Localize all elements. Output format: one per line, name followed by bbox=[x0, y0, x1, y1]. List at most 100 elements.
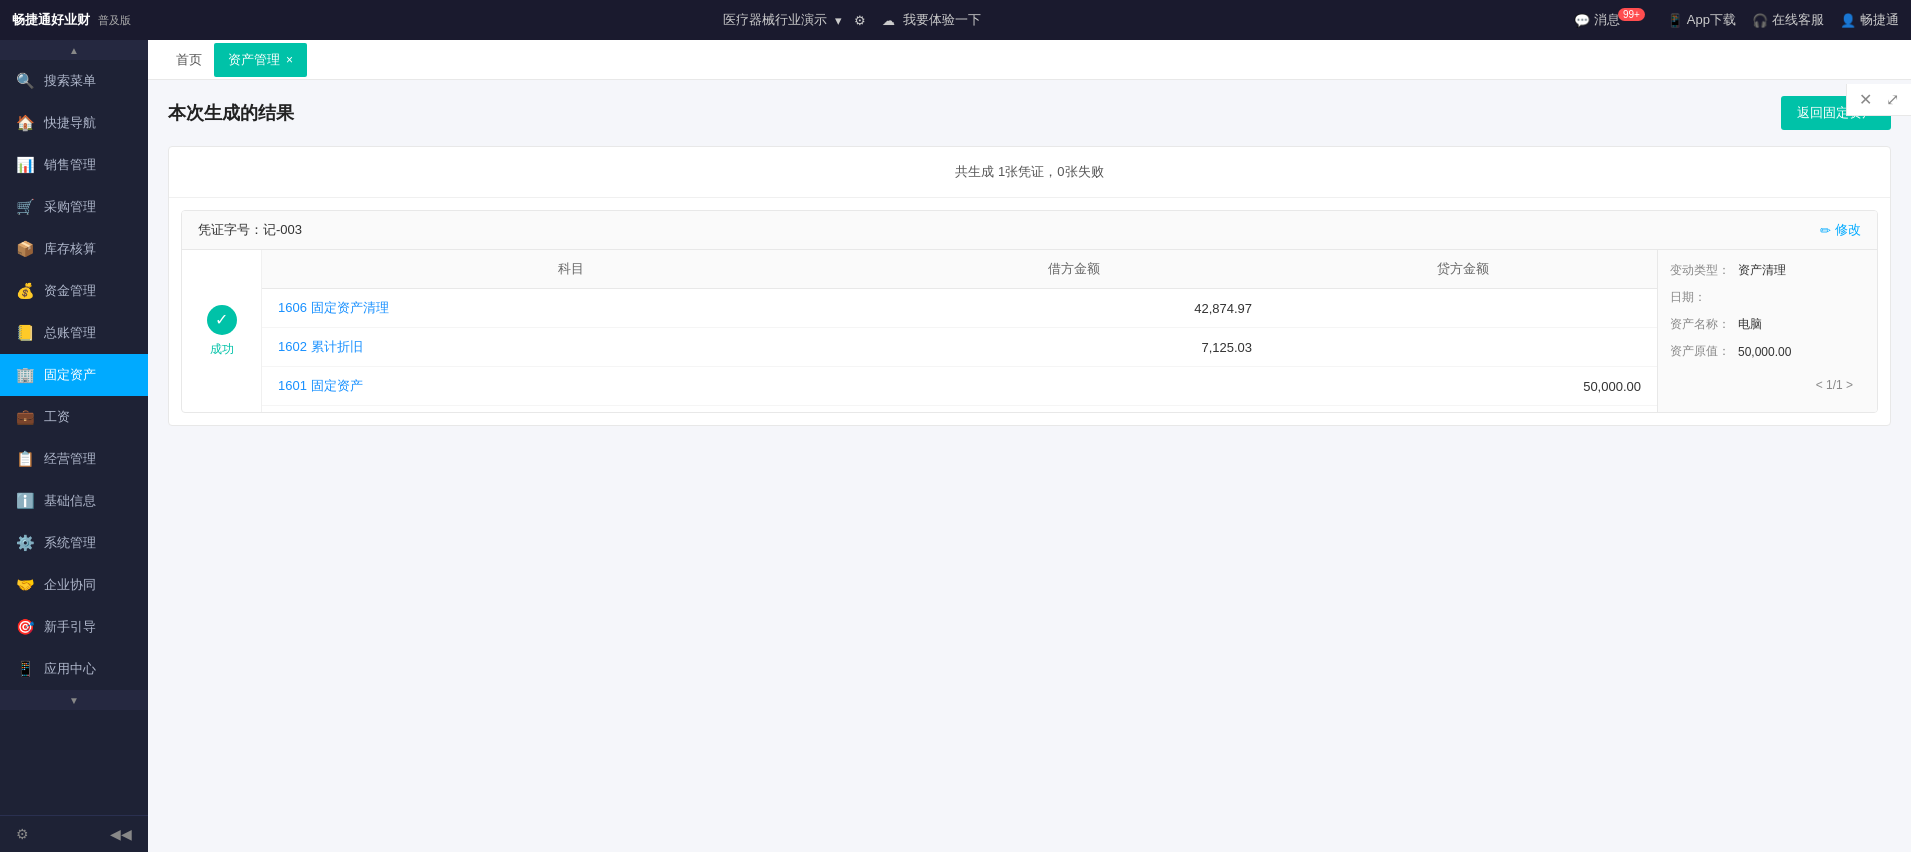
sidebar-item-sales[interactable]: 📊 销售管理 bbox=[0, 144, 148, 186]
pagination[interactable]: < 1/1 > bbox=[1670, 370, 1865, 400]
app-download-item[interactable]: 📱 App下载 bbox=[1667, 11, 1736, 29]
notification-item[interactable]: 💬 消息 99+ bbox=[1574, 11, 1651, 29]
subject-1601[interactable]: 1606 固定资产清理 bbox=[262, 289, 879, 328]
phone-icon: 📱 bbox=[1667, 13, 1683, 28]
sidebar-item-quick-nav[interactable]: 🏠 快捷导航 bbox=[0, 102, 148, 144]
asset-name-label: 资产名称： bbox=[1670, 316, 1730, 333]
edit-button[interactable]: ✏ 修改 bbox=[1820, 221, 1861, 239]
sidebar-item-search[interactable]: 🔍 搜索菜单 bbox=[0, 60, 148, 102]
success-icon: ✓ bbox=[207, 305, 237, 335]
sidebar-label-sales: 销售管理 bbox=[44, 156, 96, 174]
debit-1602: 7,125.03 bbox=[879, 328, 1268, 367]
sidebar-item-basic-info[interactable]: ℹ️ 基础信息 bbox=[0, 480, 148, 522]
change-type-row: 变动类型： 资产清理 bbox=[1670, 262, 1865, 279]
sidebar-item-payroll[interactable]: 💼 工资 bbox=[0, 396, 148, 438]
company-name: 医疗器械行业演示 bbox=[723, 11, 827, 29]
ledger-icon: 📒 bbox=[16, 324, 34, 342]
tab-asset-management[interactable]: 资产管理 × bbox=[214, 43, 307, 77]
sidebar-item-system[interactable]: ⚙️ 系统管理 bbox=[0, 522, 148, 564]
sidebar-item-fixed-assets[interactable]: 🏢 固定资产 bbox=[0, 354, 148, 396]
floating-controls: ✕ ⤢ bbox=[1846, 84, 1911, 116]
page-header: 本次生成的结果 返回固定资产 bbox=[168, 96, 1891, 130]
close-panel-button[interactable]: ✕ bbox=[1855, 88, 1876, 111]
app-center-icon: 📱 bbox=[16, 660, 34, 678]
sidebar-scroll-up[interactable]: ▲ bbox=[0, 40, 148, 60]
table-row: 1602 累计折旧 7,125.03 bbox=[262, 328, 1657, 367]
sidebar-item-guide[interactable]: 🎯 新手引导 bbox=[0, 606, 148, 648]
payroll-icon: 💼 bbox=[16, 408, 34, 426]
online-service-item[interactable]: 🎧 在线客服 bbox=[1752, 11, 1824, 29]
voucher-body: ✓ 成功 科目 借方金额 贷方 bbox=[182, 250, 1877, 412]
sidebar-item-finance[interactable]: 💰 资金管理 bbox=[0, 270, 148, 312]
finance-icon: 💰 bbox=[16, 282, 34, 300]
sales-icon: 📊 bbox=[16, 156, 34, 174]
online-service-label: 在线客服 bbox=[1772, 11, 1824, 29]
dropdown-icon: ▾ bbox=[835, 13, 842, 28]
asset-value-label: 资产原值： bbox=[1670, 343, 1730, 360]
sidebar-label-inventory: 库存核算 bbox=[44, 240, 96, 258]
change-type-value: 资产清理 bbox=[1738, 262, 1786, 279]
content-area: 首页 资产管理 × 本次生成的结果 返回固定资产 共生成 1张凭证，0张失败 bbox=[148, 40, 1911, 852]
subject-1606[interactable]: 1601 固定资产 bbox=[262, 367, 879, 406]
sidebar-label-cooperation: 企业协同 bbox=[44, 576, 96, 594]
success-label: 成功 bbox=[210, 341, 234, 358]
tab-bar: 首页 资产管理 × bbox=[148, 40, 1911, 80]
sidebar-scroll-down[interactable]: ▼ bbox=[0, 690, 148, 710]
date-row: 日期： bbox=[1670, 289, 1865, 306]
notification-icon: 💬 bbox=[1574, 13, 1590, 28]
sidebar-item-cooperation[interactable]: 🤝 企业协同 bbox=[0, 564, 148, 606]
table-column: 科目 借方金额 贷方金额 1606 固定资产清理 42,874. bbox=[262, 250, 1657, 412]
edit-icon: ✏ bbox=[1820, 223, 1831, 238]
home-icon: 🏠 bbox=[16, 114, 34, 132]
sidebar-item-app-center[interactable]: 📱 应用中心 bbox=[0, 648, 148, 690]
sidebar-label-system: 系统管理 bbox=[44, 534, 96, 552]
table-row: 1601 固定资产 50,000.00 bbox=[262, 367, 1657, 406]
top-header: 畅捷通好业财 普及版 医疗器械行业演示 ▾ ⚙ ☁ 我要体验一下 💬 消息 99… bbox=[0, 0, 1911, 40]
tab-home[interactable]: 首页 bbox=[164, 43, 214, 77]
sidebar-item-purchase[interactable]: 🛒 采购管理 bbox=[0, 186, 148, 228]
voucher-id: 凭证字号：记-003 bbox=[198, 221, 302, 239]
change-type-label: 变动类型： bbox=[1670, 262, 1730, 279]
sidebar-item-operations[interactable]: 📋 经营管理 bbox=[0, 438, 148, 480]
logo-section: 畅捷通好业财 普及版 bbox=[12, 11, 131, 29]
settings-icon[interactable]: ⚙ bbox=[854, 13, 866, 28]
sidebar-label-payroll: 工资 bbox=[44, 408, 70, 426]
sidebar-label-search: 搜索菜单 bbox=[44, 72, 96, 90]
purchase-icon: 🛒 bbox=[16, 198, 34, 216]
sidebar-settings-icon[interactable]: ⚙ bbox=[16, 826, 29, 842]
edit-label: 修改 bbox=[1835, 221, 1861, 239]
tab-close-button[interactable]: × bbox=[286, 53, 293, 67]
inventory-icon: 📦 bbox=[16, 240, 34, 258]
subject-1602[interactable]: 1602 累计折旧 bbox=[262, 328, 879, 367]
sidebar-item-inventory[interactable]: 📦 库存核算 bbox=[0, 228, 148, 270]
col-credit: 贷方金额 bbox=[1268, 250, 1657, 289]
search-icon: 🔍 bbox=[16, 72, 34, 90]
operations-icon: 📋 bbox=[16, 450, 34, 468]
sidebar-collapse-icon[interactable]: ◀◀ bbox=[110, 826, 132, 842]
user-item[interactable]: 👤 畅捷通 bbox=[1840, 11, 1899, 29]
version-badge: 普及版 bbox=[98, 13, 131, 28]
experience-label[interactable]: 我要体验一下 bbox=[903, 11, 981, 29]
info-panel: 变动类型： 资产清理 日期： 资产名称： 电脑 bbox=[1657, 250, 1877, 412]
voucher-table: 科目 借方金额 贷方金额 1606 固定资产清理 42,874. bbox=[262, 250, 1657, 406]
sidebar-label-app-center: 应用中心 bbox=[44, 660, 96, 678]
success-column: ✓ 成功 bbox=[182, 250, 262, 412]
sidebar: ▲ 🔍 搜索菜单 🏠 快捷导航 📊 销售管理 🛒 采购管理 📦 库存核算 💰 资… bbox=[0, 40, 148, 852]
sidebar-item-ledger[interactable]: 📒 总账管理 bbox=[0, 312, 148, 354]
guide-icon: 🎯 bbox=[16, 618, 34, 636]
sidebar-bottom: ⚙ ◀◀ bbox=[0, 815, 148, 852]
voucher-header: 凭证字号：记-003 ✏ 修改 bbox=[182, 211, 1877, 250]
asset-value-row: 资产原值： 50,000.00 bbox=[1670, 343, 1865, 360]
asset-name-row: 资产名称： 电脑 bbox=[1670, 316, 1865, 333]
basic-info-icon: ℹ️ bbox=[16, 492, 34, 510]
company-selector[interactable]: 医疗器械行业演示 ▾ ⚙ ☁ 我要体验一下 bbox=[723, 11, 981, 29]
cloud-icon: ☁ bbox=[882, 13, 895, 28]
expand-panel-button[interactable]: ⤢ bbox=[1882, 88, 1903, 111]
content-wrapper: ✕ ⤢ 首页 资产管理 × 本次生成的结果 返回固定资产 共生成 1张凭证，0张… bbox=[148, 40, 1911, 852]
headset-icon: 🎧 bbox=[1752, 13, 1768, 28]
page-content: 本次生成的结果 返回固定资产 共生成 1张凭证，0张失败 凭证字号：记-003 … bbox=[148, 80, 1911, 852]
sidebar-label-quick-nav: 快捷导航 bbox=[44, 114, 96, 132]
cooperation-icon: 🤝 bbox=[16, 576, 34, 594]
sidebar-label-finance: 资金管理 bbox=[44, 282, 96, 300]
header-right: 💬 消息 99+ 📱 App下载 🎧 在线客服 👤 畅捷通 bbox=[1574, 11, 1899, 29]
